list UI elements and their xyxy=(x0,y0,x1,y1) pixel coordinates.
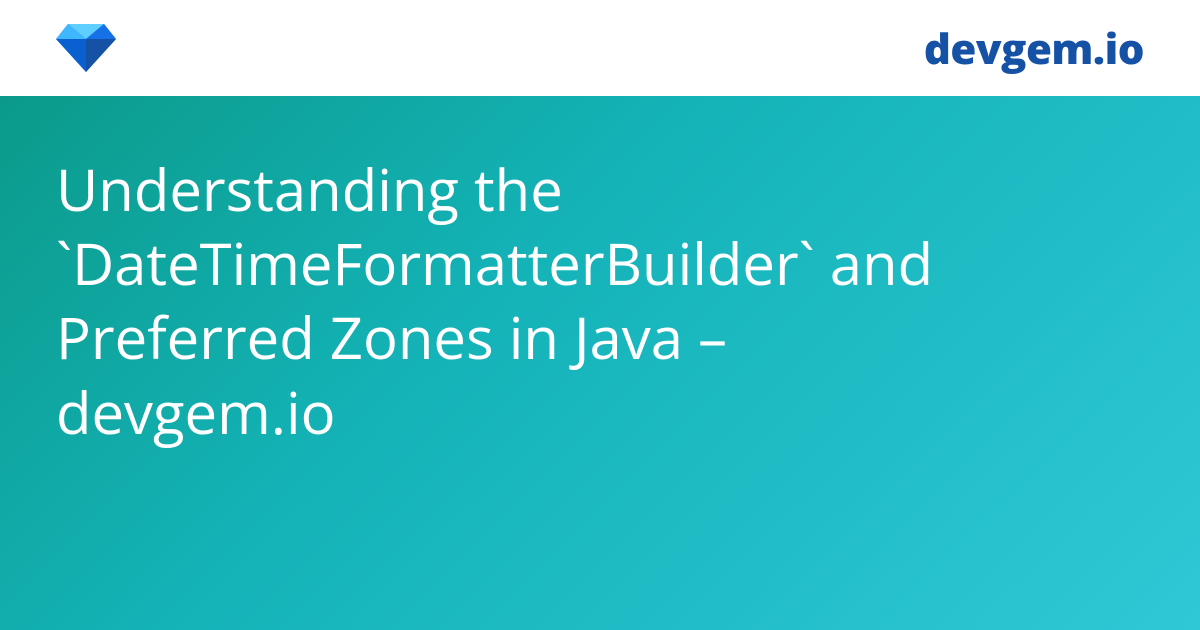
hero-section: Understanding the `DateTimeFormatterBuil… xyxy=(0,96,1200,630)
article-title: Understanding the `DateTimeFormatterBuil… xyxy=(56,152,996,449)
diamond-icon xyxy=(56,18,116,78)
brand-name: devgem.io xyxy=(924,20,1144,77)
header-bar: devgem.io xyxy=(0,0,1200,96)
